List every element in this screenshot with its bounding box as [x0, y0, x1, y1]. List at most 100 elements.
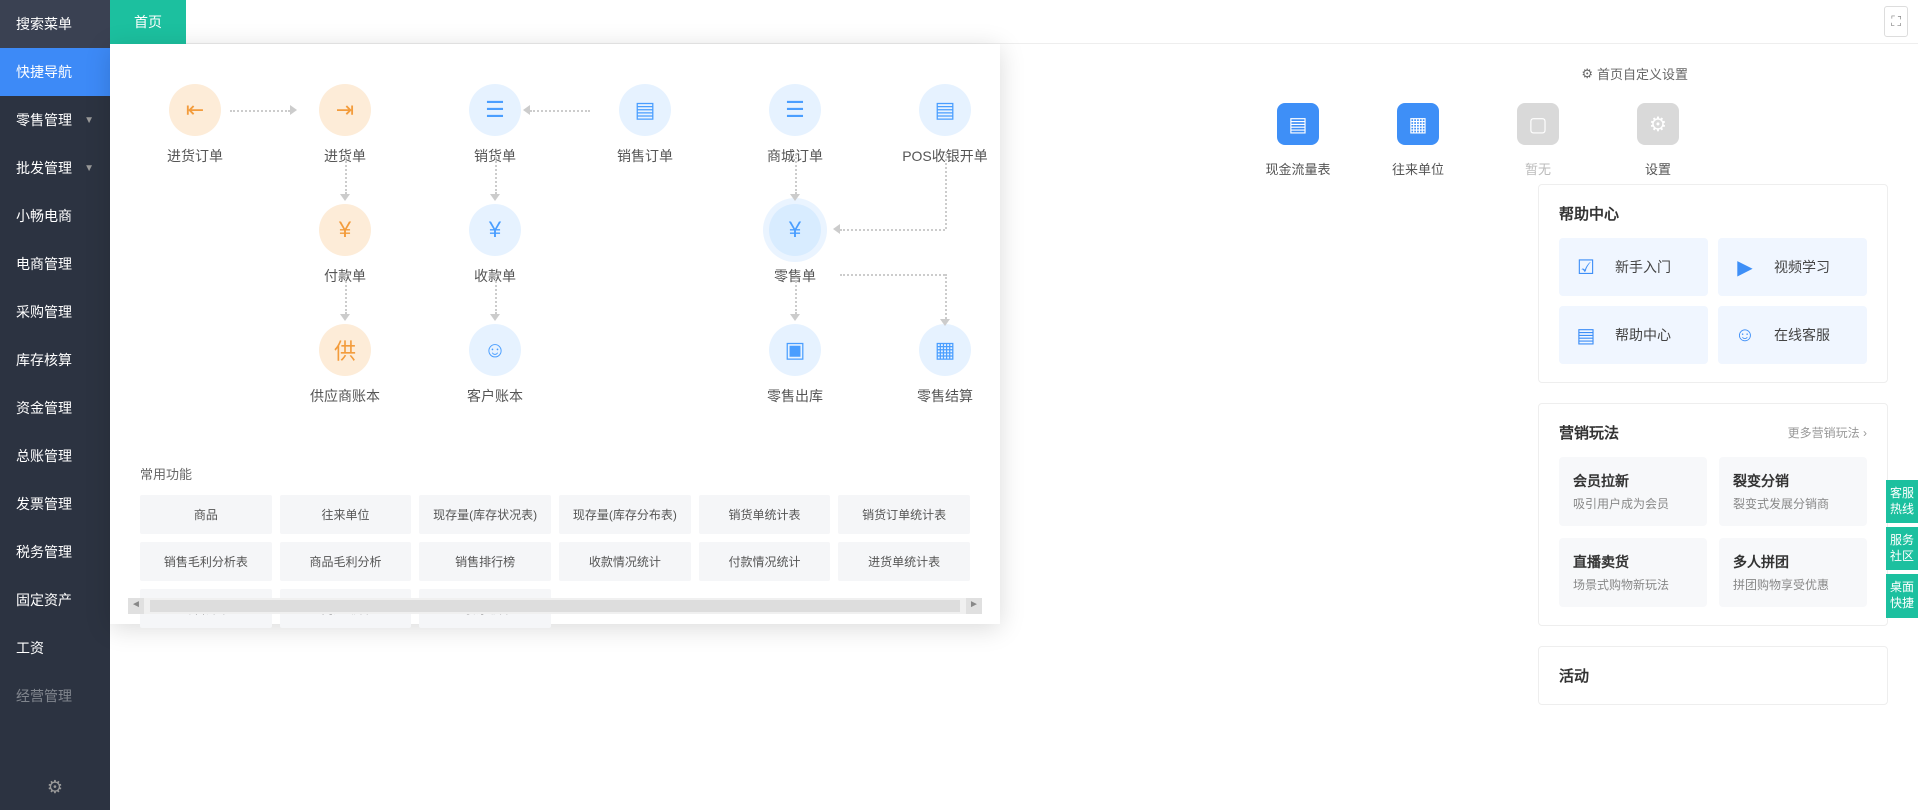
- common-fn-button[interactable]: 进货单统计表: [838, 542, 970, 581]
- marketing-member[interactable]: 会员拉新 吸引用户成为会员: [1559, 457, 1707, 526]
- wf-node-customer-ledger[interactable]: ☺客户账本: [450, 324, 540, 406]
- doc-icon: ▤: [1571, 320, 1601, 350]
- doc-icon: ▤: [1277, 103, 1319, 145]
- help-item-chat[interactable]: ☺ 在线客服: [1718, 306, 1867, 364]
- list-icon: ☰: [769, 84, 821, 136]
- sidebar-item-tax[interactable]: 税务管理: [0, 528, 110, 576]
- gear-icon: ⚙: [1581, 66, 1593, 82]
- flow-arrow: [530, 110, 590, 112]
- scroll-left-icon[interactable]: ◄: [128, 598, 144, 614]
- caret-down-icon: ▼: [84, 115, 94, 126]
- right-column: 帮助中心 ☑ 新手入门 ▶ 视频学习 ▤ 帮助中心: [1538, 184, 1888, 705]
- shortcut-settings[interactable]: ⚙ 设置: [1628, 103, 1688, 178]
- sidebar-item-invoice[interactable]: 发票管理: [0, 480, 110, 528]
- sidebar-item-search-menu[interactable]: 搜索菜单: [0, 0, 110, 48]
- check-icon: ☑: [1571, 252, 1601, 282]
- wf-node-retail-out[interactable]: ▣零售出库: [750, 324, 840, 406]
- workflow-diagram: ⇤进货订单 ⇥进货单 ☰销货单 ▤销售订单 ☰商城订单 ▤POS收银开单 ¥付款…: [120, 74, 990, 454]
- common-fn-button[interactable]: 付款情况统计: [699, 542, 831, 581]
- gear-icon: ⚙: [1637, 103, 1679, 145]
- common-fn-button[interactable]: 商品毛利分析: [280, 542, 412, 581]
- help-item-beginner[interactable]: ☑ 新手入门: [1559, 238, 1708, 296]
- sidebar-item-purchase[interactable]: 采购管理: [0, 288, 110, 336]
- money-icon: ¥: [319, 204, 371, 256]
- wf-node-retail-settle[interactable]: ▦零售结算: [900, 324, 990, 406]
- flow-arrow: [345, 274, 347, 314]
- flyout-scrollbar[interactable]: ◄ ►: [128, 598, 982, 614]
- float-community[interactable]: 服务社区: [1886, 527, 1918, 570]
- blank-icon: ▢: [1517, 103, 1559, 145]
- tabs-bar: 首页 ⛶: [110, 0, 1918, 44]
- wf-node-sale-order[interactable]: ▤销售订单: [600, 84, 690, 166]
- sidebar-item-xiaochang[interactable]: 小畅电商: [0, 192, 110, 240]
- common-fn-button[interactable]: 销售毛利分析表: [140, 542, 272, 581]
- common-fn-button[interactable]: 商品: [140, 495, 272, 534]
- flow-arrow: [230, 110, 290, 112]
- help-item-video[interactable]: ▶ 视频学习: [1718, 238, 1867, 296]
- flow-arrow: [840, 274, 945, 276]
- float-desktop[interactable]: 桌面快捷: [1886, 574, 1918, 617]
- ledger-icon: 供: [319, 324, 371, 376]
- common-fn-button[interactable]: 收款情况统计: [559, 542, 691, 581]
- shortcut-contacts[interactable]: ▦ 往来单位: [1388, 103, 1448, 178]
- common-fn-button[interactable]: 销货单统计表: [699, 495, 831, 534]
- panel-title: 活动: [1559, 665, 1589, 686]
- flow-arrow: [495, 154, 497, 194]
- marketing-panel: 营销玩法 更多营销玩法 › 会员拉新 吸引用户成为会员 裂变分销 裂变式发展分销…: [1538, 403, 1888, 626]
- marketing-live[interactable]: 直播卖货 场景式购物新玩法: [1559, 538, 1707, 607]
- doc-icon: ▤: [619, 84, 671, 136]
- flow-arrow: [495, 274, 497, 314]
- doc-in-icon: ⇤: [169, 84, 221, 136]
- sidebar-item-quicknav[interactable]: 快捷导航: [0, 48, 110, 96]
- fullscreen-icon[interactable]: ⛶: [1884, 6, 1908, 37]
- caret-down-icon: ▼: [84, 163, 94, 174]
- flow-arrow: [840, 229, 945, 231]
- panel-title: 帮助中心: [1559, 203, 1619, 224]
- wf-node-purchase-order[interactable]: ⇤进货订单: [150, 84, 240, 166]
- sidebar-item-salary[interactable]: 工资: [0, 624, 110, 672]
- marketing-groupbuy[interactable]: 多人拼团 拼团购物享受优惠: [1719, 538, 1867, 607]
- sidebar-settings-icon[interactable]: ⚙: [0, 765, 110, 810]
- common-fn-button[interactable]: 销售排行榜: [419, 542, 551, 581]
- shortcut-cashflow[interactable]: ▤ 现金流量表: [1268, 103, 1328, 178]
- quicknav-flyout: ⇤进货订单 ⇥进货单 ☰销货单 ▤销售订单 ☰商城订单 ▤POS收银开单 ¥付款…: [110, 44, 1000, 624]
- flow-arrow: [345, 154, 347, 194]
- float-buttons: 客服热线 服务社区 桌面快捷: [1886, 480, 1918, 618]
- home-custom-settings-link[interactable]: ⚙ 首页自定义设置: [1581, 64, 1688, 83]
- wf-node-supplier-ledger[interactable]: 供供应商账本: [300, 324, 390, 406]
- sidebar: 搜索菜单 快捷导航 零售管理▼ 批发管理▼ 小畅电商 电商管理 采购管理 库存核…: [0, 0, 110, 810]
- sidebar-item-wholesale[interactable]: 批发管理▼: [0, 144, 110, 192]
- list-icon: ☰: [469, 84, 521, 136]
- common-fn-button[interactable]: 往来单位: [280, 495, 412, 534]
- common-fn-button[interactable]: 销货订单统计表: [838, 495, 970, 534]
- shortcut-empty[interactable]: ▢ 暂无: [1508, 103, 1568, 178]
- more-marketing-link[interactable]: 更多营销玩法 ›: [1788, 424, 1867, 441]
- common-title: 常用功能: [140, 464, 970, 483]
- activity-panel: 活动: [1538, 646, 1888, 705]
- flow-arrow: [795, 154, 797, 194]
- out-icon: ▣: [769, 324, 821, 376]
- sidebar-item-inventory[interactable]: 库存核算: [0, 336, 110, 384]
- sidebar-item-business[interactable]: 经营管理: [0, 672, 110, 720]
- pos-icon: ▤: [919, 84, 971, 136]
- settle-icon: ▦: [919, 324, 971, 376]
- float-hotline[interactable]: 客服热线: [1886, 480, 1918, 523]
- flow-arrow: [945, 274, 947, 319]
- doc-out-icon: ⇥: [319, 84, 371, 136]
- scroll-right-icon[interactable]: ►: [966, 598, 982, 614]
- flow-arrow: [795, 274, 797, 314]
- common-fn-button[interactable]: 现存量(库存状况表): [419, 495, 551, 534]
- sidebar-item-ledger[interactable]: 总账管理: [0, 432, 110, 480]
- help-panel: 帮助中心 ☑ 新手入门 ▶ 视频学习 ▤ 帮助中心: [1538, 184, 1888, 383]
- sidebar-item-assets[interactable]: 固定资产: [0, 576, 110, 624]
- sidebar-item-finance[interactable]: 资金管理: [0, 384, 110, 432]
- tab-home[interactable]: 首页: [110, 0, 186, 44]
- sidebar-item-ecommerce[interactable]: 电商管理: [0, 240, 110, 288]
- play-icon: ▶: [1730, 252, 1760, 282]
- help-item-helpcenter[interactable]: ▤ 帮助中心: [1559, 306, 1708, 364]
- money-icon: ¥: [469, 204, 521, 256]
- chat-icon: ☺: [1730, 320, 1760, 350]
- marketing-fission[interactable]: 裂变分销 裂变式发展分销商: [1719, 457, 1867, 526]
- common-fn-button[interactable]: 现存量(库存分布表): [559, 495, 691, 534]
- sidebar-item-retail[interactable]: 零售管理▼: [0, 96, 110, 144]
